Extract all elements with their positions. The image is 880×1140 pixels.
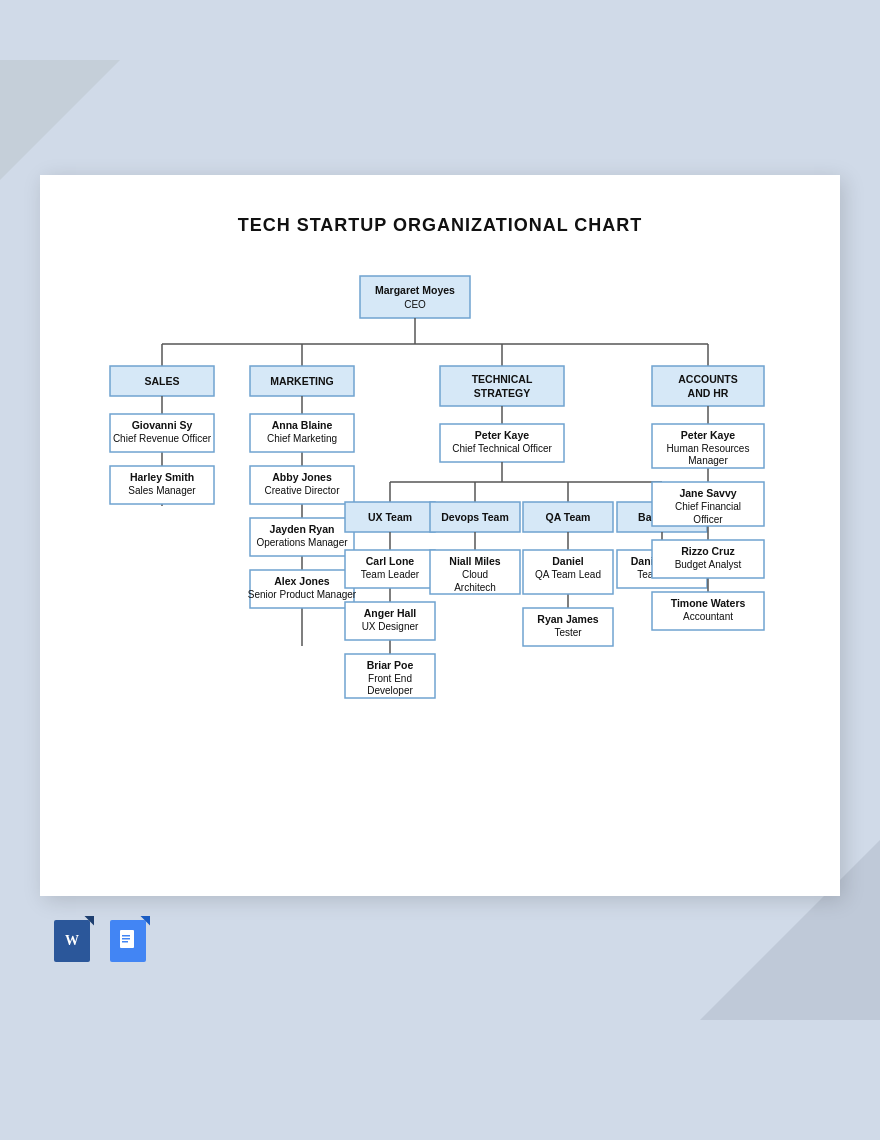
ceo-name: Margaret Moyes [375,284,455,296]
svg-text:Carl Lone: Carl Lone [366,555,415,567]
svg-text:Tester: Tester [554,627,582,638]
svg-text:Budget Analyst: Budget Analyst [675,559,742,570]
svg-text:Human Resources: Human Resources [667,443,750,454]
footer-icons: W [40,916,840,966]
svg-text:Anna Blaine: Anna Blaine [272,419,333,431]
accounts-dept-box [652,366,764,406]
page-title: TECH STARTUP ORGANIZATIONAL CHART [70,215,810,236]
svg-text:QA Team Lead: QA Team Lead [535,569,601,580]
svg-rect-77 [122,938,130,940]
svg-text:Chief Financial: Chief Financial [675,501,741,512]
svg-text:Jayden Ryan: Jayden Ryan [270,523,335,535]
svg-text:Officer: Officer [693,514,723,525]
svg-text:Architech: Architech [454,582,496,593]
svg-text:Creative Director: Creative Director [264,485,340,496]
org-chart: .box-rect { fill: #d6e8f7; stroke: #6fa3… [70,266,810,846]
svg-text:UX Designer: UX Designer [362,621,419,632]
svg-rect-78 [122,941,128,943]
svg-text:Abby Jones: Abby Jones [272,471,332,483]
svg-text:Senior Product Manager: Senior Product Manager [248,589,357,600]
svg-text:ACCOUNTS: ACCOUNTS [678,373,738,385]
word-icon[interactable]: W [50,916,94,966]
svg-rect-76 [122,935,130,937]
ceo-box [360,276,470,318]
docs-icon[interactable] [106,916,150,966]
svg-text:Chief Revenue Officer: Chief Revenue Officer [113,433,212,444]
svg-text:Anger Hall: Anger Hall [364,607,417,619]
svg-text:Jane Savvy: Jane Savvy [679,487,736,499]
document-card: TECH STARTUP ORGANIZATIONAL CHART .box-r… [40,175,840,896]
svg-text:Cloud: Cloud [462,569,488,580]
svg-text:Front End: Front End [368,673,412,684]
svg-text:Niall Miles: Niall Miles [449,555,501,567]
svg-text:Chief Technical Officer: Chief Technical Officer [452,443,552,454]
svg-text:Operations Manager: Operations Manager [256,537,348,548]
svg-text:Daniel: Daniel [552,555,584,567]
svg-text:Harley Smith: Harley Smith [130,471,194,483]
svg-text:Briar Poe: Briar Poe [367,659,414,671]
svg-text:Alex Jones: Alex Jones [274,575,330,587]
svg-text:Devops Team: Devops Team [441,511,509,523]
svg-text:Sales Manager: Sales Manager [128,485,196,496]
svg-text:Rizzo Cruz: Rizzo Cruz [681,545,735,557]
svg-text:Chief Marketing: Chief Marketing [267,433,337,444]
svg-text:Accountant: Accountant [683,611,733,622]
svg-text:Peter Kaye: Peter Kaye [475,429,529,441]
svg-text:STRATEGY: STRATEGY [474,387,530,399]
svg-text:AND HR: AND HR [688,387,729,399]
svg-text:QA Team: QA Team [546,511,591,523]
svg-text:Ryan James: Ryan James [537,613,598,625]
ceo-role: CEO [404,299,426,310]
svg-text:Manager: Manager [688,455,728,466]
svg-text:SALES: SALES [144,375,179,387]
svg-text:Timone Waters: Timone Waters [671,597,746,609]
technical-dept-box [440,366,564,406]
svg-text:TECHNICAL: TECHNICAL [472,373,533,385]
svg-text:Peter Kaye: Peter Kaye [681,429,735,441]
svg-text:MARKETING: MARKETING [270,375,334,387]
svg-text:Giovanni Sy: Giovanni Sy [132,419,193,431]
svg-text:UX Team: UX Team [368,511,412,523]
svg-text:Team Leader: Team Leader [361,569,420,580]
svg-text:Developer: Developer [367,685,413,696]
